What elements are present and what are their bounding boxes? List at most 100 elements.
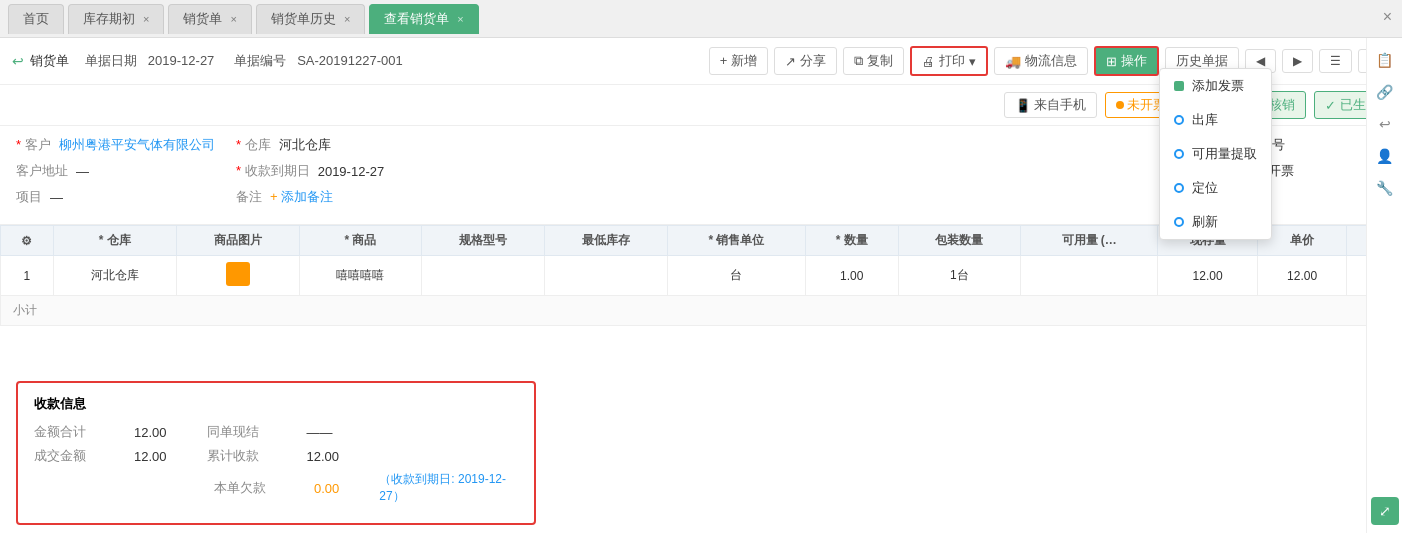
due-date-field: 收款到期日 2019-12-27 [236, 162, 436, 180]
sidebar-icon-2[interactable]: 🔗 [1371, 78, 1399, 106]
warehouse-value: 河北仓库 [279, 136, 331, 154]
address-value: — [76, 164, 89, 179]
address-field: 客户地址 — [16, 162, 216, 180]
doc-type-icon: ↩ [12, 53, 24, 69]
row-available [1021, 256, 1158, 296]
remark-label: 备注 [236, 188, 262, 206]
available-extract-icon [1174, 149, 1184, 159]
arrears-label: 本单欠款 [214, 479, 274, 497]
copy-button[interactable]: ⧉ 复制 [843, 47, 904, 75]
row-quantity: 1.00 [805, 256, 898, 296]
operation-button[interactable]: ⊞ 操作 [1094, 46, 1159, 76]
deal-amount-value: 12.00 [134, 449, 167, 464]
refresh-icon [1174, 217, 1184, 227]
logistics-icon: 🚚 [1005, 54, 1021, 69]
available-extract-item[interactable]: 可用量提取 [1160, 137, 1271, 171]
project-value: — [50, 190, 63, 205]
add-invoice-item[interactable]: 添加发票 [1160, 69, 1271, 103]
tab-view-sales-close[interactable]: × [457, 13, 463, 25]
sidebar-icon-3[interactable]: ↩ [1371, 110, 1399, 138]
refresh-item[interactable]: 刷新 [1160, 205, 1271, 239]
customer-field: 客户 柳州粤港平安气体有限公司 [16, 136, 216, 154]
customer-value[interactable]: 柳州粤港平安气体有限公司 [59, 136, 215, 154]
tab-view-sales-label: 查看销货单 [384, 10, 449, 28]
operation-dropdown: 添加发票 出库 可用量提取 定位 刷新 [1159, 68, 1272, 240]
sidebar-icon-5[interactable]: 🔧 [1371, 174, 1399, 202]
available-extract-label: 可用量提取 [1192, 145, 1257, 163]
phone-icon: 📱 [1015, 98, 1031, 113]
tab-sales-order-label: 销货单 [183, 10, 222, 28]
print-icon: 🖨 [922, 54, 935, 69]
product-col-header: * 商品 [299, 226, 422, 256]
sidebar-icon-4[interactable]: 👤 [1371, 142, 1399, 170]
tab-home[interactable]: 首页 [8, 4, 64, 34]
tab-inventory-init[interactable]: 库存期初 × [68, 4, 164, 34]
tab-sales-history-close[interactable]: × [344, 13, 350, 25]
tab-sales-history[interactable]: 销货单历史 × [256, 4, 365, 34]
payment-row-1: 金额合计 12.00 同单现结 —— [34, 423, 518, 441]
arrears-note: （收款到期日: 2019-12-27） [379, 471, 518, 505]
tab-inventory-init-close[interactable]: × [143, 13, 149, 25]
arrears-value: 0.00 [314, 481, 339, 496]
due-date-value: 2019-12-27 [318, 164, 385, 179]
doc-title: ↩ 销货单 [12, 52, 69, 70]
share-button[interactable]: ↗ 分享 [774, 47, 837, 75]
amount-total-label: 金额合计 [34, 423, 94, 441]
new-button[interactable]: + 新增 [709, 47, 768, 75]
row-warehouse: 河北仓库 [53, 256, 176, 296]
ship-out-label: 出库 [1192, 111, 1218, 129]
row-product-img [176, 256, 299, 296]
not-open-dot [1116, 101, 1124, 109]
print-dropdown-arrow: ▾ [969, 54, 976, 69]
tab-inventory-init-label: 库存期初 [83, 10, 135, 28]
print-button[interactable]: 🖨 打印 ▾ [910, 46, 988, 76]
row-product: 嘻嘻嘻嘻 [299, 256, 422, 296]
action-bar: + 新增 ↗ 分享 ⧉ 复制 🖨 打印 ▾ 🚚 物流信息 ⊞ 操作 [709, 46, 1390, 76]
effective-check-icon: ✓ [1325, 98, 1336, 113]
add-remark-button[interactable]: + 添加备注 [270, 188, 333, 206]
product-img-col-header: 商品图片 [176, 226, 299, 256]
doc-date-value: 2019-12-27 [148, 53, 215, 68]
payment-box: 收款信息 金额合计 12.00 同单现结 —— 成交金额 12.00 累计收款 … [16, 381, 536, 525]
add-invoice-label: 添加发票 [1192, 77, 1244, 95]
cumulative-value: 12.00 [307, 449, 340, 464]
row-unit: 台 [667, 256, 805, 296]
subtotal-row: 小计 [1, 296, 1402, 326]
right-sidebar: 📋 🔗 ↩ 👤 🔧 ⤢ [1366, 38, 1402, 533]
sidebar-icon-1[interactable]: 📋 [1371, 46, 1399, 74]
quantity-col-header: * 数量 [805, 226, 898, 256]
logistics-button[interactable]: 🚚 物流信息 [994, 47, 1088, 75]
available-col-header: 可用量 (… [1021, 226, 1158, 256]
window-close-button[interactable]: × [1383, 8, 1392, 26]
table-row: 1 河北仓库 嘻嘻嘻嘻 台 1.00 1台 12.00 12.00 0. [1, 256, 1402, 296]
row-no: 1 [1, 256, 54, 296]
row-stock: 12.00 [1158, 256, 1258, 296]
tab-sales-order[interactable]: 销货单 × [168, 4, 251, 34]
share-icon: ↗ [785, 54, 796, 69]
settings-col-header[interactable]: ⚙ [1, 226, 54, 256]
row-pack-qty: 1台 [898, 256, 1021, 296]
tab-view-sales[interactable]: 查看销货单 × [369, 4, 478, 34]
next-button[interactable]: ▶ [1282, 49, 1313, 73]
payment-row-3: 本单欠款 0.00 （收款到期日: 2019-12-27） [34, 471, 518, 505]
operation-icon: ⊞ [1106, 54, 1117, 69]
row-spec [422, 256, 545, 296]
spec-col-header: 规格型号 [422, 226, 545, 256]
doc-number-label: 单据编号 SA-20191227-001 [234, 52, 402, 70]
customer-label: 客户 [16, 136, 51, 154]
list-view-button[interactable]: ☰ [1319, 49, 1352, 73]
from-phone-button[interactable]: 📱 来自手机 [1004, 92, 1097, 118]
copy-icon: ⧉ [854, 53, 863, 69]
row-min-stock [545, 256, 668, 296]
sidebar-icon-expand[interactable]: ⤢ [1371, 497, 1399, 525]
pack-qty-col-header: 包装数量 [898, 226, 1021, 256]
product-image [226, 262, 250, 286]
address-label: 客户地址 [16, 162, 68, 180]
project-field: 项目 — [16, 188, 216, 206]
locate-label: 定位 [1192, 179, 1218, 197]
unit-col-header: * 销售单位 [667, 226, 805, 256]
cumulative-label: 累计收款 [207, 447, 267, 465]
tab-sales-order-close[interactable]: × [230, 13, 236, 25]
ship-out-item[interactable]: 出库 [1160, 103, 1271, 137]
locate-item[interactable]: 定位 [1160, 171, 1271, 205]
